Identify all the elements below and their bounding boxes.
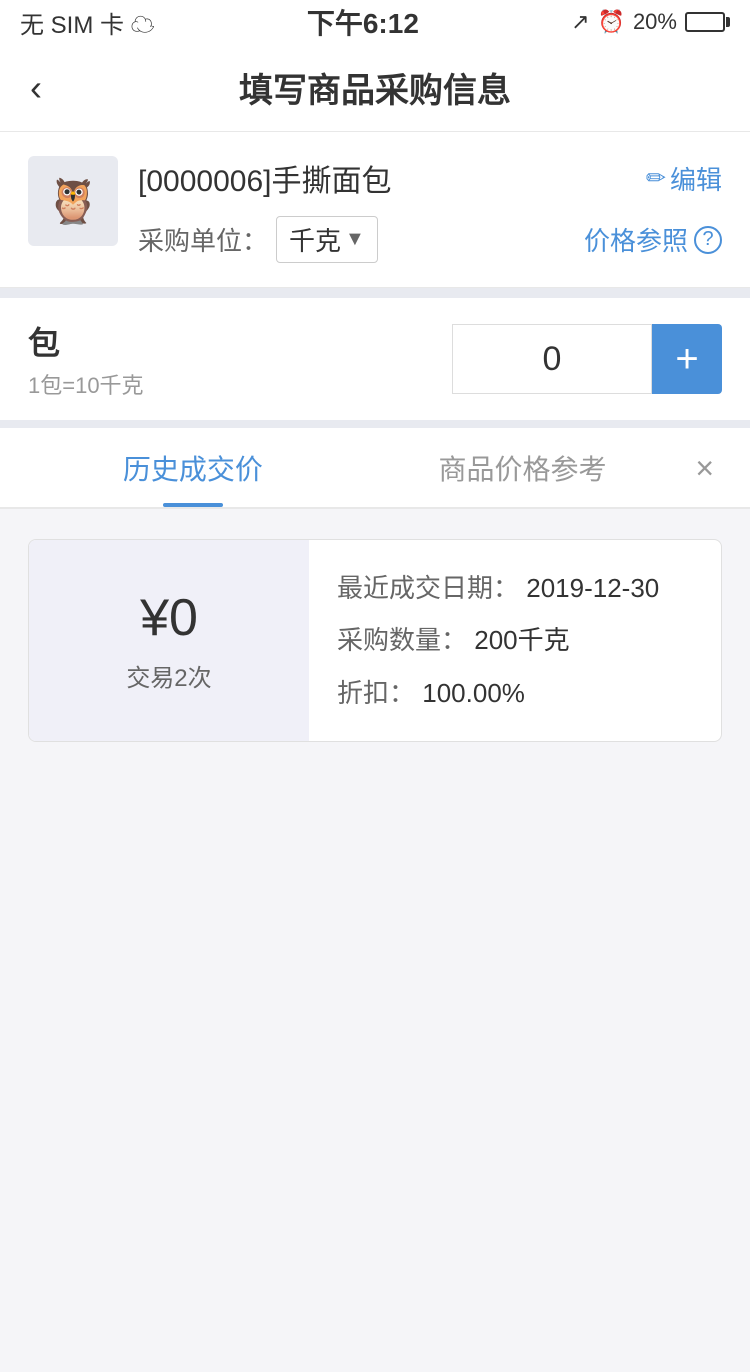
qty-label-area: 包 1包=10千克 — [28, 318, 144, 400]
battery-percent: 20% — [633, 9, 677, 35]
purchase-qty-row: 采购数量： 200千克 — [337, 622, 693, 658]
purchase-qty-label: 采购数量： — [337, 625, 467, 655]
edit-link[interactable]: ✏ 编辑 — [646, 160, 722, 197]
product-owl-icon: 🦉 — [46, 175, 101, 227]
sim-status: 无 SIM 卡 ☁ — [20, 5, 155, 40]
recent-date-row: 最近成交日期： 2019-12-30 — [337, 570, 693, 606]
qty-conversion-label: 1包=10千克 — [28, 368, 144, 400]
battery-icon — [685, 12, 730, 32]
discount-label: 折扣： — [337, 678, 415, 708]
unit-dropdown-arrow: ▼ — [345, 228, 365, 251]
product-name: [0000006]手撕面包 — [138, 156, 391, 200]
edit-icon: ✏ — [646, 164, 666, 193]
product-thumbnail: 🦉 — [28, 156, 118, 246]
status-left: 无 SIM 卡 ☁ — [20, 5, 155, 40]
qty-input-box[interactable]: 0 — [452, 324, 652, 394]
status-bar: 无 SIM 卡 ☁ 下午6:12 ↗ ⏰ 20% — [0, 0, 750, 44]
nav-bar: ‹ 填写商品采购信息 — [0, 44, 750, 132]
alarm-icon: ⏰ — [598, 9, 625, 35]
price-trades: 交易2次 — [126, 658, 211, 693]
unit-value: 千克 — [289, 221, 341, 258]
quantity-section: 包 1包=10千克 0 + — [0, 298, 750, 428]
tabs-header: 历史成交价 商品价格参考 × — [0, 428, 750, 508]
page-title: 填写商品采购信息 — [239, 63, 511, 112]
status-time: 下午6:12 — [307, 2, 419, 42]
product-section: 🦉 [0000006]手撕面包 ✏ 编辑 采购单位： 千克 ▼ — [0, 132, 750, 288]
help-icon: ? — [694, 226, 722, 254]
discount-row: 折扣： 100.00% — [337, 675, 693, 711]
tab-history-price[interactable]: 历史成交价 — [28, 428, 358, 507]
status-right: ↗ ⏰ 20% — [571, 9, 730, 35]
tab-product-price-ref[interactable]: 商品价格参考 — [358, 428, 688, 507]
price-card-left: ¥0 交易2次 — [29, 540, 309, 741]
nav-icon: ↗ — [571, 9, 589, 35]
qty-input-area: 0 + — [452, 324, 722, 394]
recent-date-value: 2019-12-30 — [526, 573, 659, 603]
price-card: ¥0 交易2次 最近成交日期： 2019-12-30 采购数量： 200千克 折… — [28, 539, 722, 742]
qty-plus-button[interactable]: + — [652, 324, 722, 394]
main-content-area — [0, 772, 750, 1372]
tabs-close-button[interactable]: × — [687, 444, 722, 492]
recent-date-label: 最近成交日期： — [337, 573, 519, 603]
edit-label: 编辑 — [670, 160, 722, 197]
unit-selector[interactable]: 千克 ▼ — [276, 216, 378, 263]
tabs-section: 历史成交价 商品价格参考 × — [0, 428, 750, 509]
price-card-right: 最近成交日期： 2019-12-30 采购数量： 200千克 折扣： 100.0… — [309, 540, 721, 741]
price-ref-link[interactable]: 价格参照 ? — [584, 221, 722, 258]
unit-label: 采购单位： — [138, 221, 268, 258]
history-content: ¥0 交易2次 最近成交日期： 2019-12-30 采购数量： 200千克 折… — [0, 509, 750, 772]
price-amount: ¥0 — [140, 588, 198, 648]
purchase-qty-value: 200千克 — [474, 625, 569, 655]
back-button[interactable]: ‹ — [20, 60, 52, 116]
product-info: [0000006]手撕面包 ✏ 编辑 采购单位： 千克 ▼ 价格参照 ? — [138, 156, 722, 263]
section-divider — [0, 288, 750, 298]
price-ref-label: 价格参照 — [584, 221, 688, 258]
qty-unit-label: 包 — [28, 318, 144, 364]
discount-value: 100.00% — [422, 678, 525, 708]
